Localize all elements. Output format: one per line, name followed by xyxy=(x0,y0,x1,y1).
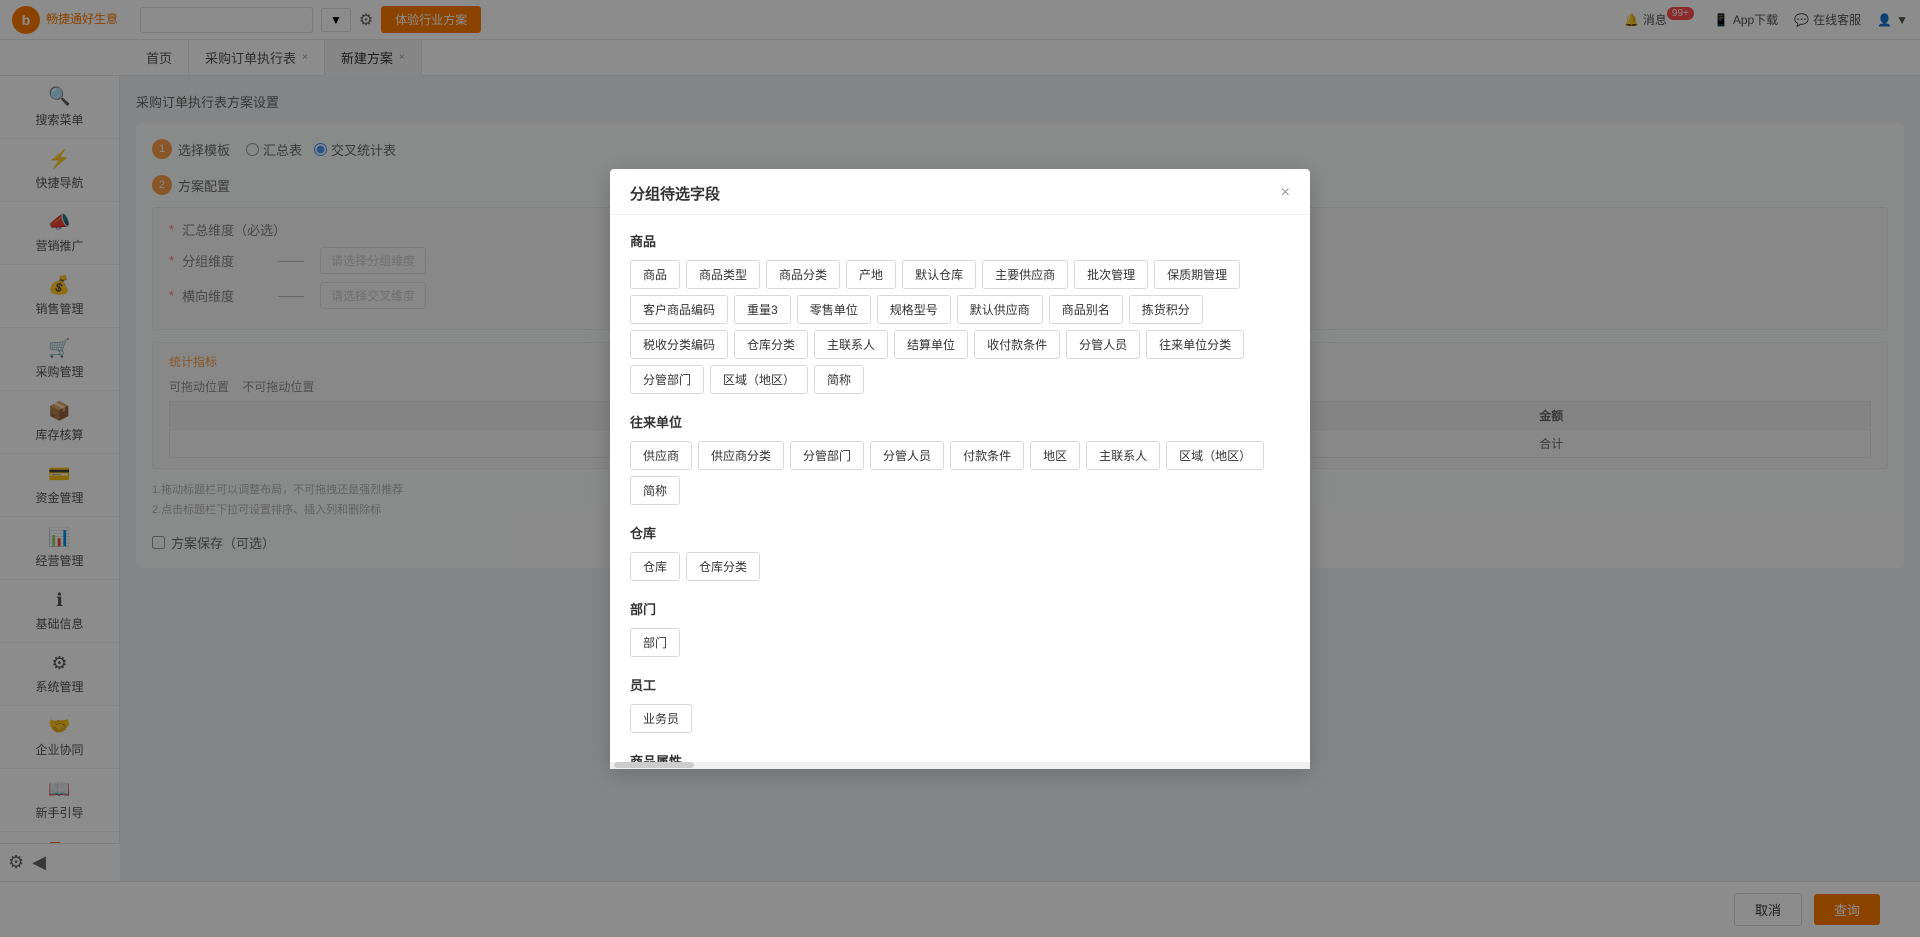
field-tag-默认仓库[interactable]: 默认仓库 xyxy=(902,260,976,289)
dialog-overlay: 分组待选字段 × 商品商品商品类型商品分类产地默认仓库主要供应商批次管理保质期管… xyxy=(0,0,1920,937)
field-tag-业务员[interactable]: 业务员 xyxy=(630,704,692,733)
dialog-horizontal-scrollbar[interactable] xyxy=(610,762,1310,769)
dialog: 分组待选字段 × 商品商品商品类型商品分类产地默认仓库主要供应商批次管理保质期管… xyxy=(610,169,1310,769)
field-tag-仓库分类[interactable]: 仓库分类 xyxy=(686,552,760,581)
field-tag-批次管理[interactable]: 批次管理 xyxy=(1074,260,1148,289)
field-section-counterpart: 往来单位供应商供应商分类分管部门分管人员付款条件地区主联系人区域（地区） 简称 xyxy=(630,412,1290,505)
field-tag-商品分类[interactable]: 商品分类 xyxy=(766,260,840,289)
field-tag-主要供应商[interactable]: 主要供应商 xyxy=(982,260,1068,289)
field-tag-税收分类编码[interactable]: 税收分类编码 xyxy=(630,330,728,359)
field-tag-付款条件[interactable]: 付款条件 xyxy=(950,441,1024,470)
field-tag-区域（地区）[interactable]: 区域（地区） xyxy=(710,365,808,394)
field-section-title-warehouse: 仓库 xyxy=(630,523,1290,542)
field-section-goods: 商品商品商品类型商品分类产地默认仓库主要供应商批次管理保质期管理客户商品编码重量… xyxy=(630,231,1290,394)
field-tag-分管人员[interactable]: 分管人员 xyxy=(1066,330,1140,359)
field-tag-商品别名[interactable]: 商品别名 xyxy=(1049,295,1123,324)
field-section-department: 部门部门 xyxy=(630,599,1290,657)
field-section-title-goods: 商品 xyxy=(630,231,1290,250)
field-section-product_attr: 商品属性属性颜色多规格尺码鞋码1 xyxy=(630,751,1290,762)
field-tags-goods: 商品商品类型商品分类产地默认仓库主要供应商批次管理保质期管理客户商品编码重量3零… xyxy=(630,260,1290,394)
field-tag-分管部门[interactable]: 分管部门 xyxy=(790,441,864,470)
dialog-header: 分组待选字段 × xyxy=(610,169,1310,215)
field-tag-分管人员[interactable]: 分管人员 xyxy=(870,441,944,470)
field-section-title-employee: 员工 xyxy=(630,675,1290,694)
field-tag-往来单位分类[interactable]: 往来单位分类 xyxy=(1146,330,1244,359)
field-tag-地区[interactable]: 地区 xyxy=(1030,441,1080,470)
field-section-title-counterpart: 往来单位 xyxy=(630,412,1290,431)
field-tag-零售单位[interactable]: 零售单位 xyxy=(797,295,871,324)
dialog-title: 分组待选字段 xyxy=(630,183,720,204)
field-tag-区域（地区）[interactable]: 区域（地区） xyxy=(1166,441,1264,470)
field-tag-分管部门[interactable]: 分管部门 xyxy=(630,365,704,394)
field-tag-结算单位[interactable]: 结算单位 xyxy=(894,330,968,359)
field-tag-简称[interactable]: 简称 xyxy=(630,476,680,505)
field-tag-产地[interactable]: 产地 xyxy=(846,260,896,289)
field-tag-仓库分类[interactable]: 仓库分类 xyxy=(734,330,808,359)
field-tag-供应商分类[interactable]: 供应商分类 xyxy=(698,441,784,470)
field-tags-employee: 业务员 xyxy=(630,704,1290,733)
field-tags-warehouse: 仓库仓库分类 xyxy=(630,552,1290,581)
field-tag-主联系人[interactable]: 主联系人 xyxy=(1086,441,1160,470)
dialog-body[interactable]: 商品商品商品类型商品分类产地默认仓库主要供应商批次管理保质期管理客户商品编码重量… xyxy=(610,215,1310,762)
field-tag-收付款条件[interactable]: 收付款条件 xyxy=(974,330,1060,359)
field-tag-商品[interactable]: 商品 xyxy=(630,260,680,289)
field-tag-供应商[interactable]: 供应商 xyxy=(630,441,692,470)
dialog-close-button[interactable]: × xyxy=(1281,184,1290,202)
field-tag-拣货积分[interactable]: 拣货积分 xyxy=(1129,295,1203,324)
field-tags-counterpart: 供应商供应商分类分管部门分管人员付款条件地区主联系人区域（地区） 简称 xyxy=(630,441,1290,505)
field-tag-简称[interactable]: 简称 xyxy=(814,365,864,394)
field-tags-department: 部门 xyxy=(630,628,1290,657)
field-tag-商品类型[interactable]: 商品类型 xyxy=(686,260,760,289)
field-tag-重量3[interactable]: 重量3 xyxy=(734,295,791,324)
field-tag-部门[interactable]: 部门 xyxy=(630,628,680,657)
field-section-title-product_attr: 商品属性 xyxy=(630,751,1290,762)
field-tag-主联系人[interactable]: 主联系人 xyxy=(814,330,888,359)
field-tag-保质期管理[interactable]: 保质期管理 xyxy=(1154,260,1240,289)
field-tag-默认供应商[interactable]: 默认供应商 xyxy=(957,295,1043,324)
field-tag-客户商品编码[interactable]: 客户商品编码 xyxy=(630,295,728,324)
field-section-employee: 员工业务员 xyxy=(630,675,1290,733)
field-tag-规格型号[interactable]: 规格型号 xyxy=(877,295,951,324)
field-tag-仓库[interactable]: 仓库 xyxy=(630,552,680,581)
field-section-warehouse: 仓库仓库仓库分类 xyxy=(630,523,1290,581)
field-section-title-department: 部门 xyxy=(630,599,1290,618)
